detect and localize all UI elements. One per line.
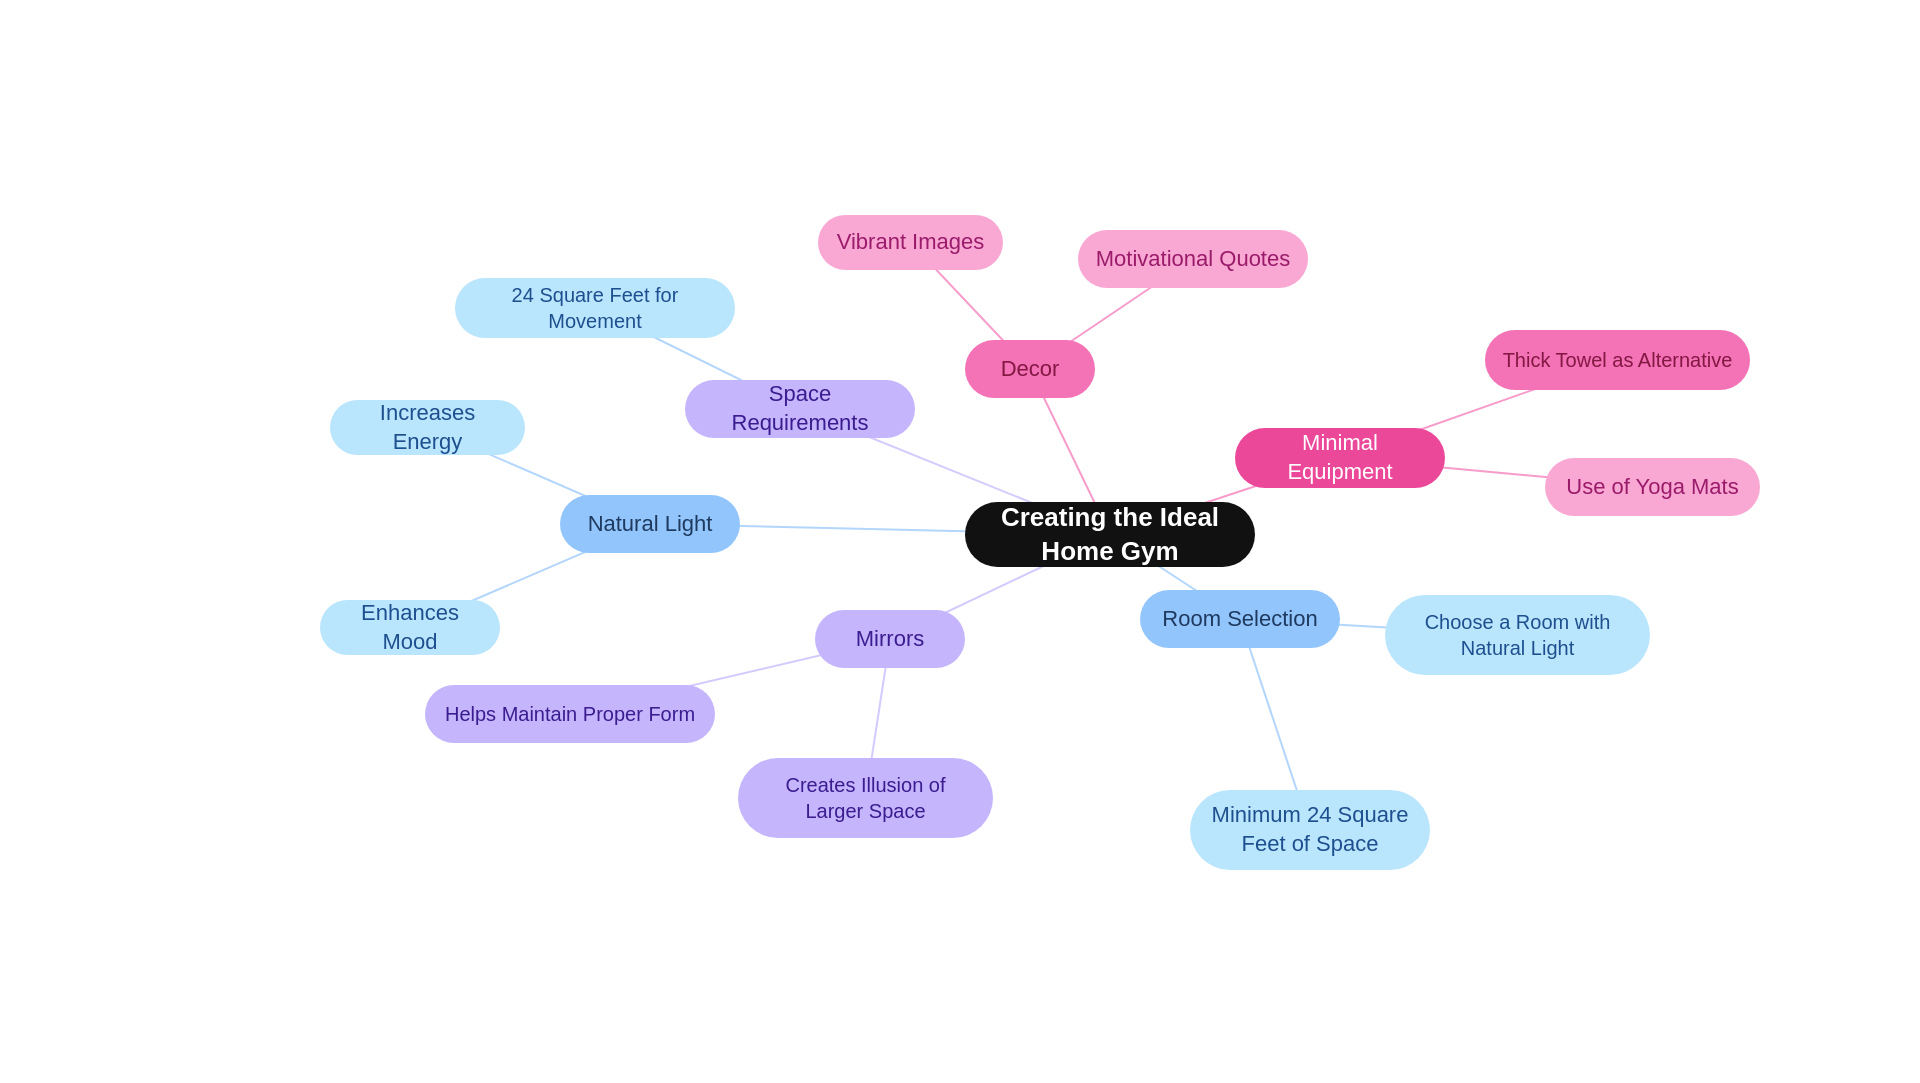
node-label-mirrors: Mirrors bbox=[856, 625, 924, 654]
node-room-selection: Room Selection bbox=[1140, 590, 1340, 648]
center-node-label: Creating the Ideal Home Gym bbox=[985, 501, 1235, 569]
node-natural-light: Natural Light bbox=[560, 495, 740, 553]
node-label-natural-light: Natural Light bbox=[588, 510, 713, 539]
node-label-helps-form: Helps Maintain Proper Form bbox=[445, 701, 695, 727]
node-label-choose-room: Choose a Room with Natural Light bbox=[1401, 609, 1634, 661]
node-motivational-quotes: Motivational Quotes bbox=[1078, 230, 1308, 288]
node-vibrant-images: Vibrant Images bbox=[818, 215, 1003, 270]
node-label-vibrant-images: Vibrant Images bbox=[837, 228, 985, 257]
node-label-min-24: Minimum 24 Square Feet of Space bbox=[1206, 801, 1414, 858]
node-choose-room: Choose a Room with Natural Light bbox=[1385, 595, 1650, 675]
node-minimal-equipment: Minimal Equipment bbox=[1235, 428, 1445, 488]
node-yoga-mats: Use of Yoga Mats bbox=[1545, 458, 1760, 516]
node-label-sq-feet-movement: 24 Square Feet for Movement bbox=[471, 282, 719, 334]
node-label-decor: Decor bbox=[1001, 355, 1060, 384]
node-enhances-mood: Enhances Mood bbox=[320, 600, 500, 655]
node-label-minimal-equipment: Minimal Equipment bbox=[1251, 429, 1429, 486]
node-mirrors: Mirrors bbox=[815, 610, 965, 668]
node-min-24: Minimum 24 Square Feet of Space bbox=[1190, 790, 1430, 870]
node-increases-energy: Increases Energy bbox=[330, 400, 525, 455]
node-label-enhances-mood: Enhances Mood bbox=[336, 599, 484, 656]
node-space-req: Space Requirements bbox=[685, 380, 915, 438]
node-label-increases-energy: Increases Energy bbox=[346, 399, 509, 456]
center-node: Creating the Ideal Home Gym bbox=[965, 502, 1255, 567]
node-creates-illusion: Creates Illusion of Larger Space bbox=[738, 758, 993, 838]
node-thick-towel: Thick Towel as Alternative bbox=[1485, 330, 1750, 390]
node-sq-feet-movement: 24 Square Feet for Movement bbox=[455, 278, 735, 338]
node-label-room-selection: Room Selection bbox=[1162, 605, 1317, 634]
node-label-thick-towel: Thick Towel as Alternative bbox=[1503, 347, 1733, 373]
node-label-space-req: Space Requirements bbox=[701, 380, 899, 437]
node-label-creates-illusion: Creates Illusion of Larger Space bbox=[754, 772, 977, 824]
node-label-motivational-quotes: Motivational Quotes bbox=[1096, 245, 1290, 274]
node-decor: Decor bbox=[965, 340, 1095, 398]
node-helps-form: Helps Maintain Proper Form bbox=[425, 685, 715, 743]
node-label-yoga-mats: Use of Yoga Mats bbox=[1566, 473, 1738, 502]
